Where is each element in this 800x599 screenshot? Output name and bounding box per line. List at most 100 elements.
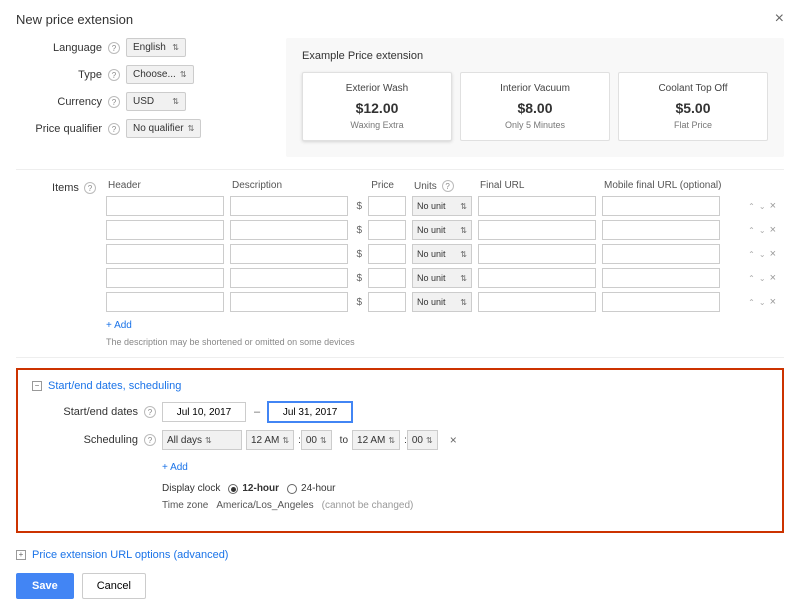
end-hour-select[interactable]: 12 AM⇅	[352, 430, 400, 450]
currency-label: Currency	[16, 96, 106, 108]
remove-row-icon[interactable]: ×	[770, 224, 776, 236]
description-input[interactable]	[230, 220, 348, 240]
currency-symbol: $	[354, 273, 362, 284]
collapse-icon[interactable]: −	[32, 381, 42, 391]
currency-symbol: $	[354, 225, 362, 236]
add-schedule-link[interactable]: + Add	[162, 462, 188, 473]
move-down-icon[interactable]: ⌄	[759, 274, 766, 283]
preview-panel: Example Price extension Exterior Wash $1…	[286, 38, 784, 157]
help-icon[interactable]: ?	[84, 182, 96, 194]
start-date-input[interactable]	[162, 402, 246, 422]
clock-24-radio[interactable]: 24-hour	[287, 483, 335, 494]
remove-row-icon[interactable]: ×	[770, 296, 776, 308]
tz-label: Time zone	[162, 500, 208, 511]
remove-row-icon[interactable]: ×	[770, 272, 776, 284]
move-up-icon[interactable]: ⌃	[748, 298, 755, 307]
day-select[interactable]: All days⇅	[162, 430, 242, 450]
close-icon[interactable]: ×	[775, 10, 784, 28]
mobile-url-input[interactable]	[602, 268, 720, 288]
type-select[interactable]: Choose...⇅	[126, 65, 194, 84]
description-input[interactable]	[230, 292, 348, 312]
language-select[interactable]: English⇅	[126, 38, 186, 57]
final-url-input[interactable]	[478, 268, 596, 288]
type-label: Type	[16, 69, 106, 81]
header-input[interactable]	[106, 196, 224, 216]
advanced-toggle[interactable]: Price extension URL options (advanced)	[32, 549, 228, 561]
header-input[interactable]	[106, 268, 224, 288]
header-input[interactable]	[106, 244, 224, 264]
col-desc: Description	[232, 180, 350, 192]
help-icon[interactable]: ?	[108, 123, 120, 135]
clock-12-radio[interactable]: 12-hour	[228, 483, 279, 494]
tz-note: (cannot be changed)	[322, 500, 414, 511]
currency-select[interactable]: USD⇅	[126, 92, 186, 111]
item-row: $ No unit⇅ ⌃ ⌄ ×	[106, 244, 784, 264]
currency-symbol: $	[354, 249, 362, 260]
expand-icon[interactable]: +	[16, 550, 26, 560]
settings-form: Language ? English⇅ Type ? Choose...⇅ Cu…	[16, 38, 246, 157]
page-title: New price extension	[16, 12, 133, 27]
price-input[interactable]	[368, 220, 406, 240]
help-icon[interactable]: ?	[108, 42, 120, 54]
remove-schedule-icon[interactable]: ×	[450, 433, 457, 447]
dates-label: Start/end dates	[32, 406, 142, 418]
price-input[interactable]	[368, 268, 406, 288]
price-input[interactable]	[368, 244, 406, 264]
move-down-icon[interactable]: ⌄	[759, 298, 766, 307]
header-input[interactable]	[106, 220, 224, 240]
col-price: Price	[356, 180, 394, 192]
move-up-icon[interactable]: ⌃	[748, 250, 755, 259]
description-input[interactable]	[230, 268, 348, 288]
scheduling-section: − Start/end dates, scheduling Start/end …	[16, 368, 784, 533]
scheduling-toggle[interactable]: Start/end dates, scheduling	[48, 380, 181, 392]
item-row: $ No unit⇅ ⌃ ⌄ ×	[106, 196, 784, 216]
description-input[interactable]	[230, 244, 348, 264]
final-url-input[interactable]	[478, 196, 596, 216]
end-date-input[interactable]	[268, 402, 352, 422]
description-input[interactable]	[230, 196, 348, 216]
move-down-icon[interactable]: ⌄	[759, 250, 766, 259]
items-note: The description may be shortened or omit…	[106, 337, 784, 347]
final-url-input[interactable]	[478, 292, 596, 312]
help-icon[interactable]: ?	[108, 69, 120, 81]
add-item-link[interactable]: + Add	[106, 320, 132, 331]
move-down-icon[interactable]: ⌄	[759, 202, 766, 211]
preview-title: Example Price extension	[302, 50, 768, 62]
qualifier-select[interactable]: No qualifier⇅	[126, 119, 201, 138]
header-input[interactable]	[106, 292, 224, 312]
move-up-icon[interactable]: ⌃	[748, 202, 755, 211]
units-select[interactable]: No unit⇅	[412, 196, 472, 216]
mobile-url-input[interactable]	[602, 244, 720, 264]
help-icon[interactable]: ?	[108, 96, 120, 108]
help-icon[interactable]: ?	[442, 180, 454, 192]
mobile-url-input[interactable]	[602, 292, 720, 312]
cancel-button[interactable]: Cancel	[82, 573, 146, 599]
save-button[interactable]: Save	[16, 573, 74, 599]
end-min-select[interactable]: 00⇅	[407, 430, 438, 450]
help-icon[interactable]: ?	[144, 434, 156, 446]
help-icon[interactable]: ?	[144, 406, 156, 418]
price-input[interactable]	[368, 292, 406, 312]
remove-row-icon[interactable]: ×	[770, 248, 776, 260]
preview-card: Exterior Wash $12.00 Waxing Extra	[302, 72, 452, 141]
move-down-icon[interactable]: ⌄	[759, 226, 766, 235]
price-input[interactable]	[368, 196, 406, 216]
item-row: $ No unit⇅ ⌃ ⌄ ×	[106, 220, 784, 240]
caret-icon: ⇅	[172, 97, 179, 106]
remove-row-icon[interactable]: ×	[770, 200, 776, 212]
mobile-url-input[interactable]	[602, 220, 720, 240]
move-up-icon[interactable]: ⌃	[748, 226, 755, 235]
move-up-icon[interactable]: ⌃	[748, 274, 755, 283]
units-select[interactable]: No unit⇅	[412, 268, 472, 288]
final-url-input[interactable]	[478, 244, 596, 264]
units-select[interactable]: No unit⇅	[412, 220, 472, 240]
currency-symbol: $	[354, 201, 362, 212]
caret-icon: ⇅	[180, 70, 187, 79]
start-hour-select[interactable]: 12 AM⇅	[246, 430, 294, 450]
qualifier-label: Price qualifier	[16, 123, 106, 135]
mobile-url-input[interactable]	[602, 196, 720, 216]
units-select[interactable]: No unit⇅	[412, 292, 472, 312]
units-select[interactable]: No unit⇅	[412, 244, 472, 264]
final-url-input[interactable]	[478, 220, 596, 240]
start-min-select[interactable]: 00⇅	[301, 430, 332, 450]
